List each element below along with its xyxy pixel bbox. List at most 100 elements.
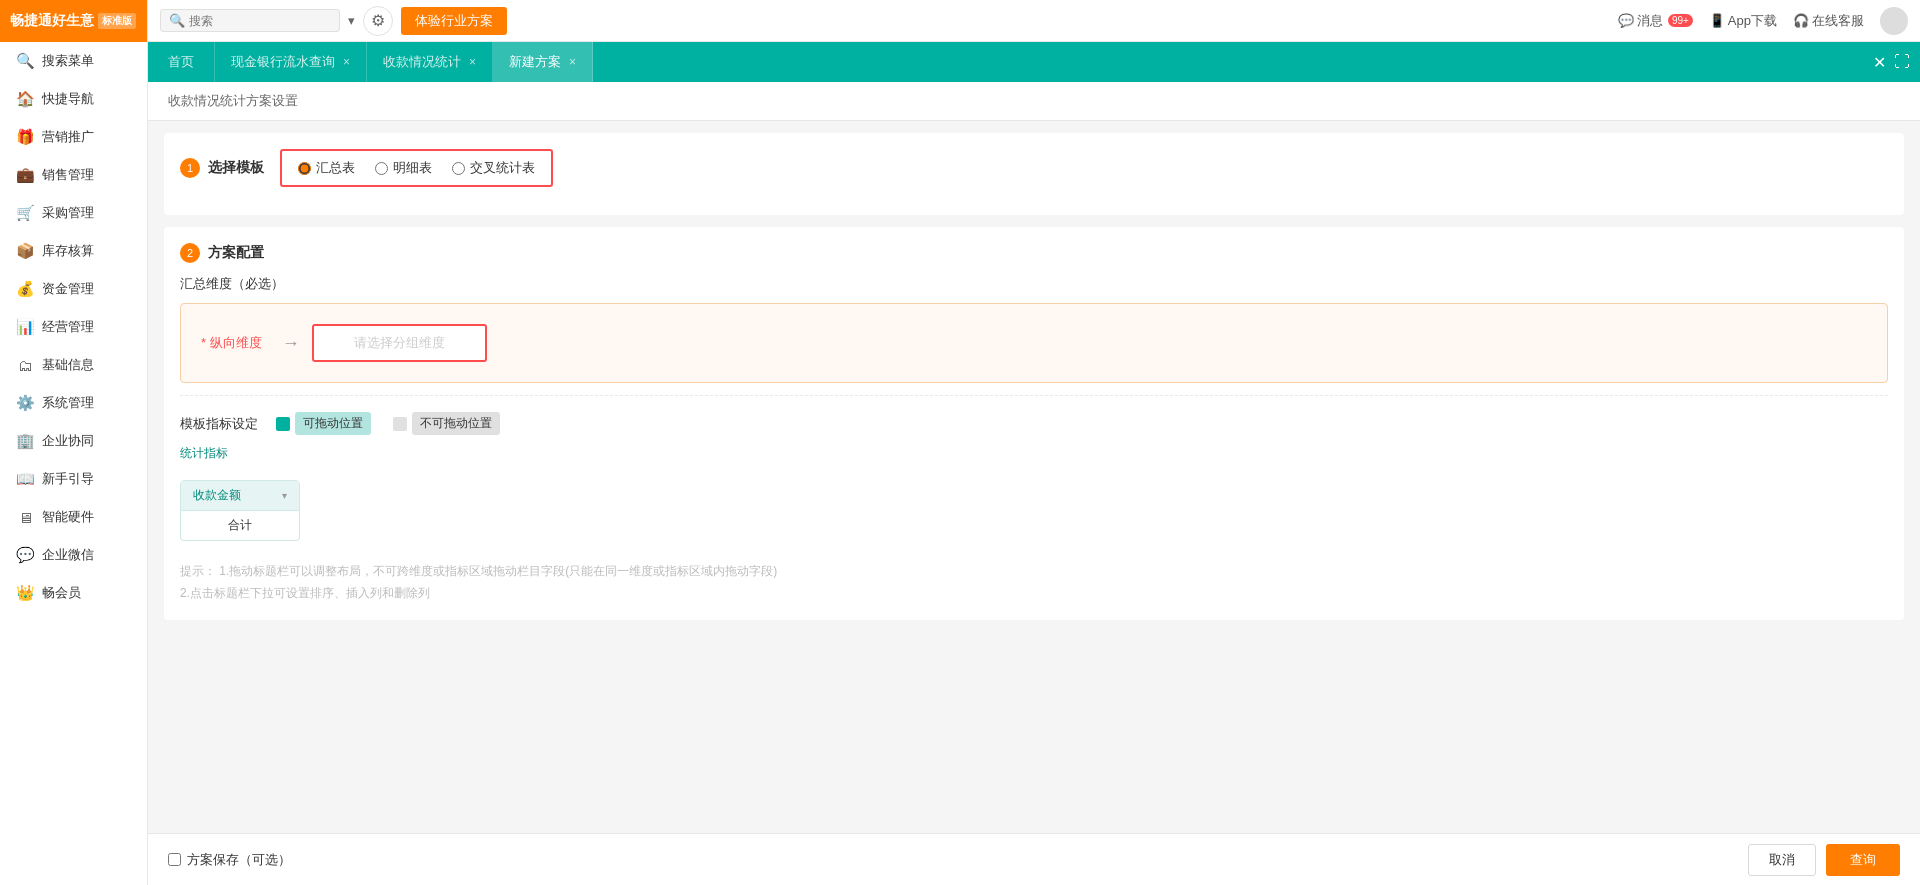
sidebar-item-label: 系统管理 <box>42 394 94 412</box>
finance-icon: 💰 <box>16 280 34 298</box>
metrics-setting-label: 模板指标设定 <box>180 415 258 433</box>
sidebar-item-marketing[interactable]: 🎁 营销推广 <box>0 118 147 156</box>
tab-receipts[interactable]: 收款情况统计 × <box>367 42 493 82</box>
tab-cashflow-label: 现金银行流水查询 <box>231 53 335 71</box>
topbar: 🔍 ▾ ⚙ 体验行业方案 💬 消息 99+ 📱 App下载 🎧 在线客服 <box>148 0 1920 42</box>
sidebar-item-label: 销售管理 <box>42 166 94 184</box>
inventory-icon: 📦 <box>16 242 34 260</box>
close-receipts-tab[interactable]: × <box>469 55 476 69</box>
service-icon: 🎧 <box>1793 13 1809 28</box>
wechat-icon: 💬 <box>16 546 34 564</box>
hint-2: 2.点击标题栏下拉可设置排序、插入列和删除列 <box>180 583 1888 605</box>
logo-badge: 标准版 <box>98 13 136 29</box>
step2-section: 2 方案配置 汇总维度（必选） 纵向维度 → 请选择分组维度 模板指标设定 可拖… <box>164 227 1904 620</box>
sidebar-item-basicinfo[interactable]: 🗂 基础信息 <box>0 346 147 384</box>
metrics-row-total: 合计 <box>181 511 299 540</box>
template-options: 汇总表 明细表 交叉统计表 <box>280 149 553 187</box>
sidebar-item-label: 企业微信 <box>42 546 94 564</box>
page-content: 收款情况统计方案设置 1 选择模板 汇总表 明细表 <box>148 82 1920 885</box>
query-button[interactable]: 查询 <box>1826 844 1900 876</box>
sidebar-item-label: 营销推广 <box>42 128 94 146</box>
message-icon: 💬 <box>1618 13 1634 28</box>
close-newplan-tab[interactable]: × <box>569 55 576 69</box>
sidebar-item-operations[interactable]: 📊 经营管理 <box>0 308 147 346</box>
dimension-selector[interactable]: 请选择分组维度 <box>312 324 487 362</box>
notifications-badge: 99+ <box>1668 14 1693 27</box>
metrics-box-header[interactable]: 收款金额 ▾ <box>181 481 299 511</box>
save-plan-checkbox[interactable] <box>168 853 181 866</box>
radio-detail[interactable]: 明细表 <box>375 159 432 177</box>
metrics-setting-row: 模板指标设定 可拖动位置 不可拖动位置 <box>180 412 1888 435</box>
draggable-color-indicator <box>276 417 290 431</box>
radio-cross-input[interactable] <box>452 162 465 175</box>
dropdown-arrow[interactable]: ▾ <box>348 13 355 28</box>
tab-home[interactable]: 首页 <box>148 42 215 82</box>
sidebar: 畅捷通好生意 标准版 🔍 搜索菜单 🏠 快捷导航 🎁 营销推广 💼 销售管理 🛒… <box>0 0 148 885</box>
download-item[interactable]: 📱 App下载 <box>1709 12 1777 30</box>
tab-newplan[interactable]: 新建方案 × <box>493 42 593 82</box>
sidebar-item-label: 采购管理 <box>42 204 94 222</box>
sidebar-item-member[interactable]: 👑 畅会员 <box>0 574 147 612</box>
enterprise-icon: 🏢 <box>16 432 34 450</box>
notifications-item[interactable]: 💬 消息 99+ <box>1618 12 1693 30</box>
settings-button[interactable]: ⚙ <box>363 6 393 36</box>
step1-label: 选择模板 <box>208 159 264 177</box>
topbar-left: 🔍 ▾ ⚙ 体验行业方案 <box>160 6 507 36</box>
sidebar-item-sales[interactable]: 💼 销售管理 <box>0 156 147 194</box>
maximize-button[interactable]: ⛶ <box>1894 53 1910 71</box>
close-cashflow-tab[interactable]: × <box>343 55 350 69</box>
sidebar-item-label: 搜索菜单 <box>42 52 94 70</box>
sidebar-item-purchase[interactable]: 🛒 采购管理 <box>0 194 147 232</box>
sidebar-item-guide[interactable]: 📖 新手引导 <box>0 460 147 498</box>
radio-summary-input[interactable] <box>298 162 311 175</box>
tab-receipts-label: 收款情况统计 <box>383 53 461 71</box>
radio-cross[interactable]: 交叉统计表 <box>452 159 535 177</box>
download-icon: 📱 <box>1709 13 1725 28</box>
service-label: 在线客服 <box>1812 12 1864 30</box>
sidebar-item-inventory[interactable]: 📦 库存核算 <box>0 232 147 270</box>
radio-detail-input[interactable] <box>375 162 388 175</box>
sidebar-item-quicknav[interactable]: 🏠 快捷导航 <box>0 80 147 118</box>
radio-summary[interactable]: 汇总表 <box>298 159 355 177</box>
system-icon: ⚙️ <box>16 394 34 412</box>
search-box[interactable]: 🔍 <box>160 9 340 32</box>
download-label: App下载 <box>1728 12 1777 30</box>
topbar-right: 💬 消息 99+ 📱 App下载 🎧 在线客服 <box>1618 7 1908 35</box>
radio-cross-label: 交叉统计表 <box>470 159 535 177</box>
search-input[interactable] <box>189 14 329 28</box>
close-all-tabs[interactable]: ✕ <box>1873 53 1886 72</box>
sidebar-item-label: 资金管理 <box>42 280 94 298</box>
vertical-dim-label: 纵向维度 <box>201 334 262 352</box>
sidebar-item-label: 畅会员 <box>42 584 81 602</box>
service-item[interactable]: 🎧 在线客服 <box>1793 12 1864 30</box>
cancel-button[interactable]: 取消 <box>1748 844 1816 876</box>
non-draggable-color-indicator <box>393 417 407 431</box>
sidebar-item-enterprise[interactable]: 🏢 企业协同 <box>0 422 147 460</box>
radio-summary-label: 汇总表 <box>316 159 355 177</box>
non-draggable-label: 不可拖动位置 <box>412 412 500 435</box>
metrics-box: 收款金额 ▾ 合计 <box>180 480 300 541</box>
industry-button[interactable]: 体验行业方案 <box>401 7 507 35</box>
section-divider <box>180 395 1888 396</box>
metrics-container: 统计指标 收款金额 ▾ 合计 <box>180 445 1888 541</box>
sidebar-item-finance[interactable]: 💰 资金管理 <box>0 270 147 308</box>
user-avatar[interactable] <box>1880 7 1908 35</box>
tab-cashflow[interactable]: 现金银行流水查询 × <box>215 42 367 82</box>
draggable-info: 可拖动位置 <box>276 412 371 435</box>
sidebar-item-label: 库存核算 <box>42 242 94 260</box>
basicinfo-icon: 🗂 <box>16 356 34 374</box>
sidebar-item-wechat[interactable]: 💬 企业微信 <box>0 536 147 574</box>
tab-home-label: 首页 <box>168 53 194 71</box>
dimension-placeholder: 请选择分组维度 <box>354 335 445 350</box>
sidebar-item-search[interactable]: 🔍 搜索菜单 <box>0 42 147 80</box>
page-header: 收款情况统计方案设置 <box>148 82 1920 121</box>
guide-icon: 📖 <box>16 470 34 488</box>
step2-label: 方案配置 <box>208 244 264 262</box>
draggable-label: 可拖动位置 <box>295 412 371 435</box>
non-draggable-info: 不可拖动位置 <box>393 412 500 435</box>
sidebar-item-system[interactable]: ⚙️ 系统管理 <box>0 384 147 422</box>
sidebar-item-hardware[interactable]: 🖥 智能硬件 <box>0 498 147 536</box>
home-icon: 🏠 <box>16 90 34 108</box>
sidebar-item-label: 快捷导航 <box>42 90 94 108</box>
hint-1: 提示： 1.拖动标题栏可以调整布局，不可跨维度或指标区域拖动栏目字段(只能在同一… <box>180 561 1888 583</box>
